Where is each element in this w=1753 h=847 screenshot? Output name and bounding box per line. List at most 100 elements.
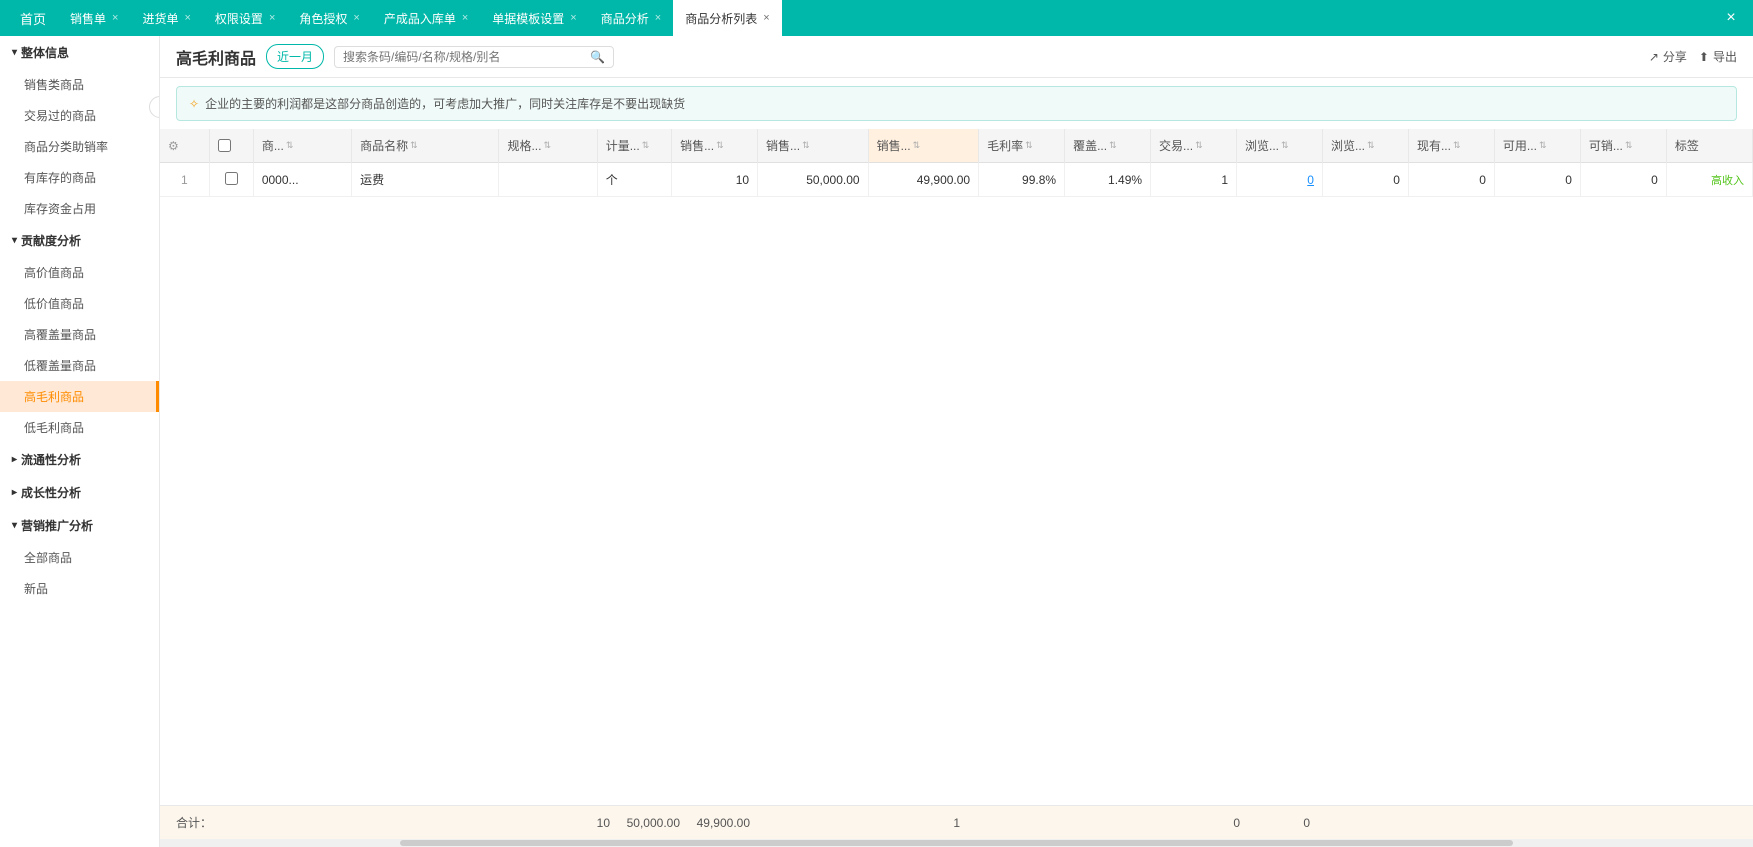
sidebar-item-traded-goods[interactable]: 交易过的商品 bbox=[0, 100, 159, 131]
row-unit: 个 bbox=[597, 163, 671, 197]
sidebar-item-sales-goods[interactable]: 销售类商品 bbox=[0, 69, 159, 100]
nav-purchase-close[interactable]: × bbox=[184, 12, 190, 24]
nav-goods-analysis-close[interactable]: × bbox=[655, 12, 661, 24]
search-icon[interactable]: 🔍 bbox=[590, 50, 605, 64]
nav-product-in[interactable]: 产成品入库单 × bbox=[372, 0, 480, 36]
sidebar-group-marketing[interactable]: ▾ 营销推广分析 bbox=[0, 509, 159, 542]
nav-permission[interactable]: 权限设置 × bbox=[203, 0, 287, 36]
th-sales-qty[interactable]: 销售...⇅ bbox=[672, 129, 758, 163]
share-icon: ↗ bbox=[1649, 50, 1659, 64]
th-tag[interactable]: 标签 bbox=[1666, 129, 1752, 163]
th-gross-rate[interactable]: 毛利率⇅ bbox=[979, 129, 1065, 163]
row-sales-qty: 10 bbox=[672, 163, 758, 197]
arrow-growth: ▾ bbox=[9, 490, 20, 495]
th-unit[interactable]: 计量...⇅ bbox=[597, 129, 671, 163]
th-browse2[interactable]: 浏览...⇅ bbox=[1322, 129, 1408, 163]
header-actions: ↗ 分享 ⬆ 导出 bbox=[1649, 48, 1737, 65]
row-gross-rate: 99.8% bbox=[979, 163, 1065, 197]
sidebar-item-inventory-capital[interactable]: 库存资金占用 bbox=[0, 193, 159, 224]
info-banner: ✧ 企业的主要的利润都是这部分商品创造的，可考虑加大推广，同时关注库存是不要出现… bbox=[176, 86, 1737, 121]
scroll-thumb[interactable] bbox=[400, 840, 1513, 846]
sidebar-group-contribution[interactable]: ▾ 贡献度分析 bbox=[0, 224, 159, 257]
th-transaction[interactable]: 交易...⇅ bbox=[1151, 129, 1237, 163]
th-spec[interactable]: 规格...⇅ bbox=[499, 129, 597, 163]
content-area: 高毛利商品 近一月 🔍 ↗ 分享 ⬆ 导出 bbox=[160, 36, 1753, 847]
sort-coverage-icon: ⇅ bbox=[1109, 140, 1117, 151]
th-code[interactable]: 商...⇅ bbox=[253, 129, 351, 163]
table-row: 1 0000... 运费 个 10 50,000.00 49,900.00 99… bbox=[160, 163, 1753, 197]
row-checkbox[interactable] bbox=[209, 163, 253, 197]
footer-available: 0 bbox=[1178, 816, 1248, 830]
data-table: ⚙ 商...⇅ 商品名称⇅ 规 bbox=[160, 129, 1753, 197]
th-sales-amt2[interactable]: 销售...⇅ bbox=[868, 129, 979, 163]
nav-permission-close[interactable]: × bbox=[269, 12, 275, 24]
row-transaction: 1 bbox=[1151, 163, 1237, 197]
table-header-row: ⚙ 商...⇅ 商品名称⇅ 规 bbox=[160, 129, 1753, 163]
horizontal-scrollbar[interactable] bbox=[160, 839, 1753, 847]
sort-unit-icon: ⇅ bbox=[642, 140, 650, 151]
th-checkbox[interactable] bbox=[209, 129, 253, 163]
th-browse1[interactable]: 浏览...⇅ bbox=[1237, 129, 1323, 163]
sidebar-group-overall[interactable]: ▾ 整体信息 bbox=[0, 36, 159, 69]
sort-qty-icon: ⇅ bbox=[716, 140, 724, 151]
arrow-liquidity: ▾ bbox=[9, 457, 20, 462]
nav-purchase[interactable]: 进货单 × bbox=[130, 0, 202, 36]
th-sales-amt[interactable]: 销售...⇅ bbox=[758, 129, 869, 163]
footer-sales-qty: 10 bbox=[548, 816, 618, 830]
nav-role[interactable]: 角色授权 × bbox=[287, 0, 371, 36]
sidebar-item-high-value[interactable]: 高价值商品 bbox=[0, 257, 159, 288]
sidebar-item-high-coverage[interactable]: 高覆盖量商品 bbox=[0, 319, 159, 350]
row-coverage: 1.49% bbox=[1065, 163, 1151, 197]
th-current[interactable]: 现有...⇅ bbox=[1408, 129, 1494, 163]
sidebar-item-low-value[interactable]: 低价值商品 bbox=[0, 288, 159, 319]
nav-goods-analysis-list-close[interactable]: × bbox=[763, 12, 769, 24]
nav-template-close[interactable]: × bbox=[570, 12, 576, 24]
share-btn[interactable]: ↗ 分享 bbox=[1649, 48, 1687, 65]
th-settings[interactable]: ⚙ bbox=[160, 129, 209, 163]
nav-sales-close[interactable]: × bbox=[112, 12, 118, 24]
sidebar-item-all-goods[interactable]: 全部商品 bbox=[0, 542, 159, 573]
nav-goods-analysis[interactable]: 商品分析 × bbox=[589, 0, 673, 36]
sidebar-group-liquidity[interactable]: ▾ 流通性分析 bbox=[0, 443, 159, 476]
nav-sales[interactable]: 销售单 × bbox=[58, 0, 130, 36]
nav-goods-analysis-list[interactable]: 商品分析列表 × bbox=[673, 0, 781, 36]
export-btn[interactable]: ⬆ 导出 bbox=[1699, 48, 1737, 65]
th-coverage[interactable]: 覆盖...⇅ bbox=[1065, 129, 1151, 163]
search-input[interactable] bbox=[343, 50, 590, 64]
sidebar-item-stocked-goods[interactable]: 有库存的商品 bbox=[0, 162, 159, 193]
sort-trans-icon: ⇅ bbox=[1195, 140, 1203, 151]
sidebar-item-new-goods[interactable]: 新品 bbox=[0, 573, 159, 604]
th-saleable[interactable]: 可销...⇅ bbox=[1580, 129, 1666, 163]
filter-recent-month-btn[interactable]: 近一月 bbox=[266, 44, 324, 69]
row-browse1[interactable]: 0 bbox=[1237, 163, 1323, 197]
arrow-marketing: ▾ bbox=[12, 520, 17, 531]
row-index: 1 bbox=[160, 163, 209, 197]
select-all-checkbox[interactable] bbox=[218, 139, 231, 152]
sidebar-item-low-coverage[interactable]: 低覆盖量商品 bbox=[0, 350, 159, 381]
sidebar: 《 ▾ 整体信息 销售类商品 交易过的商品 商品分类助销率 有库存的商品 库存资… bbox=[0, 36, 160, 847]
footer-transaction: 1 bbox=[898, 816, 968, 830]
nav-home[interactable]: 首页 bbox=[8, 0, 58, 36]
th-available[interactable]: 可用...⇅ bbox=[1494, 129, 1580, 163]
nav-template[interactable]: 单据模板设置 × bbox=[480, 0, 588, 36]
sidebar-item-category-rate[interactable]: 商品分类助销率 bbox=[0, 131, 159, 162]
sort-browse1-icon: ⇅ bbox=[1281, 140, 1289, 151]
row-name: 运费 bbox=[352, 163, 499, 197]
nav-role-close[interactable]: × bbox=[353, 12, 359, 24]
row-select-checkbox[interactable] bbox=[225, 172, 238, 185]
sidebar-group-growth[interactable]: ▾ 成长性分析 bbox=[0, 476, 159, 509]
top-nav: 首页 销售单 × 进货单 × 权限设置 × 角色授权 × 产成品入库单 × 单据… bbox=[0, 0, 1753, 36]
nav-product-in-close[interactable]: × bbox=[462, 12, 468, 24]
content-header: 高毛利商品 近一月 🔍 ↗ 分享 ⬆ 导出 bbox=[160, 36, 1753, 78]
sort-spec-icon: ⇅ bbox=[543, 140, 551, 151]
table-footer: 合计： 10 50,000.00 49,900.00 1 0 0 bbox=[160, 805, 1753, 839]
table-wrapper: ⚙ 商...⇅ 商品名称⇅ 规 bbox=[160, 129, 1753, 805]
sidebar-item-low-margin[interactable]: 低毛利商品 bbox=[0, 412, 159, 443]
close-all-btn[interactable]: × bbox=[1717, 4, 1745, 32]
row-tag: 高收入 bbox=[1666, 163, 1752, 197]
sort-amt-icon: ⇅ bbox=[802, 140, 810, 151]
row-code: 0000... bbox=[253, 163, 351, 197]
th-name[interactable]: 商品名称⇅ bbox=[352, 129, 499, 163]
row-available: 0 bbox=[1494, 163, 1580, 197]
sidebar-item-high-margin[interactable]: 高毛利商品 bbox=[0, 381, 159, 412]
